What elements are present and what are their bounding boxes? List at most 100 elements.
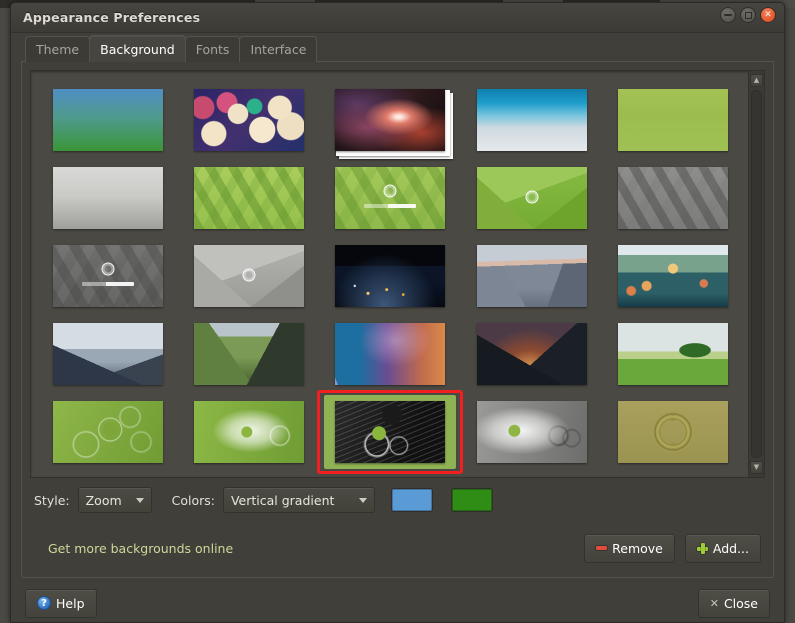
style-and-colors-row: Style: Zoom Colors: Vertical gradient — [30, 478, 765, 522]
wallpaper-item-grey-fog-minimal[interactable] — [37, 159, 178, 237]
wallpaper-thumbnail[interactable] — [618, 401, 729, 463]
wallpaper-thumbnail[interactable] — [476, 89, 587, 151]
close-icon: ✕ — [709, 596, 719, 610]
style-dropdown-value: Zoom — [85, 492, 122, 508]
wallpaper-thumbnail[interactable] — [476, 167, 587, 229]
wallpaper-thumbnail[interactable] — [476, 245, 587, 307]
ubuntu-mate-logo-icon — [101, 262, 115, 276]
wallpaper-thumbnail[interactable] — [52, 401, 163, 463]
ubuntu-mate-logo-icon — [242, 268, 256, 282]
tab-bar: Theme Background Fonts Interface — [11, 33, 784, 62]
close-dialog-button[interactable]: ✕ Close — [697, 588, 770, 618]
dialog-action-bar: ? Help ✕ Close — [11, 578, 784, 622]
wallpaper-item-grey-polygon-logo[interactable] — [178, 237, 319, 315]
help-button[interactable]: ? Help — [25, 588, 97, 618]
ubuntu-mate-logo-icon — [383, 184, 397, 198]
wallpaper-thumbnail[interactable] — [335, 245, 446, 307]
wallpaper-item-orion-nebula[interactable] — [320, 81, 461, 159]
wallpaper-thumbnail[interactable] — [52, 89, 163, 151]
style-dropdown[interactable]: Zoom — [77, 487, 152, 513]
wallpaper-thumbnail[interactable] — [194, 167, 305, 229]
wallpaper-thumbnail[interactable] — [52, 323, 163, 385]
wallpaper-item-blue-wave-aerial[interactable] — [461, 81, 602, 159]
wallpaper-thumbnail[interactable] — [335, 401, 446, 463]
window-titlebar: Appearance Preferences ✕ — [11, 3, 784, 33]
colors-dropdown[interactable]: Vertical gradient — [222, 487, 375, 513]
wallpaper-thumbnail[interactable] — [476, 401, 587, 463]
close-button-icon[interactable]: ✕ — [760, 7, 776, 23]
tab-theme[interactable]: Theme — [25, 36, 91, 62]
wallpaper-icon-view[interactable] — [31, 71, 748, 477]
close-button-label: Close — [723, 595, 758, 611]
wallpaper-thumbnail[interactable] — [618, 89, 729, 151]
wallpaper-thumbnail[interactable] — [335, 167, 446, 229]
chevron-down-icon — [358, 497, 367, 503]
scrollbar-trough[interactable] — [751, 90, 762, 458]
help-button-label: Help — [56, 595, 85, 611]
ubuntu-mate-wordmark — [81, 282, 134, 287]
wallpaper-item-olive-celtic-ring[interactable] — [603, 393, 744, 471]
window-controls: ✕ — [720, 7, 776, 23]
add-button[interactable]: Add... — [684, 533, 761, 563]
maximize-button-icon[interactable] — [740, 7, 756, 23]
wallpaper-item-ubuntu-mate-green-polygon-logo[interactable] — [461, 159, 602, 237]
tab-background[interactable]: Background — [89, 35, 186, 62]
wallpaper-thumbnail[interactable] — [618, 245, 729, 307]
wallpaper-item-green-valley-road[interactable] — [178, 315, 319, 393]
wallpaper-item-lone-tree-green-meadow[interactable] — [603, 315, 744, 393]
scroll-up-icon[interactable]: ▲ — [750, 74, 763, 87]
plus-icon — [696, 542, 708, 554]
wallpaper-thumbnail[interactable] — [52, 167, 163, 229]
wallpaper-thumbnail[interactable] — [194, 245, 305, 307]
primary-color-swatch[interactable] — [390, 488, 433, 512]
window-title: Appearance Preferences — [23, 10, 201, 25]
tab-interface[interactable]: Interface — [239, 36, 318, 62]
tab-fonts[interactable]: Fonts — [184, 36, 241, 62]
get-more-backgrounds-link[interactable]: Get more backgrounds online — [48, 541, 233, 556]
wallpaper-thumbnail[interactable] — [194, 323, 305, 385]
wallpaper-thumbnail[interactable] — [194, 401, 305, 463]
add-button-label: Add... — [712, 540, 749, 556]
wallpaper-item-earth-city-lights-from-space[interactable] — [320, 237, 461, 315]
wallpaper-item-green-white-splash-cogs[interactable] — [178, 393, 319, 471]
scroll-down-icon[interactable]: ▼ — [750, 461, 763, 474]
wallpaper-thumbnail[interactable] — [194, 89, 305, 151]
wallpaper-thumbnail[interactable] — [618, 323, 729, 385]
wallpaper-item-misty-mountain-ridge[interactable] — [37, 315, 178, 393]
wallpaper-item-green-field-blur[interactable] — [603, 81, 744, 159]
wallpaper-thumbnail[interactable] — [335, 89, 446, 151]
wallpaper-item-green-hexagon-pattern[interactable] — [178, 159, 319, 237]
wallpaper-item-yosemite-half-dome[interactable] — [461, 237, 602, 315]
wallpaper-item-volcano-sunset-lake[interactable] — [461, 315, 602, 393]
wallpaper-buttons: Remove Add... — [584, 533, 761, 563]
wallpaper-item-milky-way-over-lake[interactable] — [320, 315, 461, 393]
colors-label: Colors: — [171, 492, 215, 508]
colors-dropdown-value: Vertical gradient — [230, 492, 335, 508]
wallpaper-thumbnail[interactable] — [335, 323, 446, 385]
chevron-down-icon — [135, 497, 144, 503]
wallpaper-item-grey-hexagon-pattern[interactable] — [603, 159, 744, 237]
wallpaper-item-underwater-bubbles-teal[interactable] — [603, 237, 744, 315]
style-label: Style: — [34, 492, 70, 508]
appearance-preferences-window: Appearance Preferences ✕ Theme Backgroun… — [10, 2, 785, 623]
wallpaper-item-ubuntu-mate-green-hex-logo[interactable] — [320, 159, 461, 237]
wallpaper-thumbnail[interactable] — [476, 323, 587, 385]
wallpaper-scrollbar[interactable]: ▲ ▼ — [748, 71, 764, 477]
wallpaper-item-green-cogs-circles[interactable] — [37, 393, 178, 471]
wallpaper-item-grey-white-splash-cogs[interactable] — [461, 393, 602, 471]
minimize-button-icon[interactable] — [720, 7, 736, 23]
remove-button[interactable]: Remove — [584, 533, 675, 563]
wallpaper-actions-row: Get more backgrounds online Remove Add..… — [30, 522, 765, 574]
wallpaper-item-ubuntu-mate-grey-hex-logo[interactable] — [37, 237, 178, 315]
background-tab-page: ▲ ▼ Style: Zoom Colors: Vertical gradien… — [21, 62, 774, 578]
wallpaper-item-blue-green-gradient[interactable] — [37, 81, 178, 159]
wallpaper-item-colorful-bokeh[interactable] — [178, 81, 319, 159]
secondary-color-swatch[interactable] — [450, 488, 493, 512]
wallpaper-item-dark-cogs-circles[interactable] — [317, 390, 464, 474]
ubuntu-mate-wordmark — [364, 204, 417, 209]
wallpaper-thumbnail[interactable] — [52, 245, 163, 307]
wallpaper-list-frame: ▲ ▼ — [30, 70, 765, 478]
help-icon: ? — [37, 596, 51, 610]
remove-button-label: Remove — [612, 540, 663, 556]
wallpaper-thumbnail[interactable] — [618, 167, 729, 229]
